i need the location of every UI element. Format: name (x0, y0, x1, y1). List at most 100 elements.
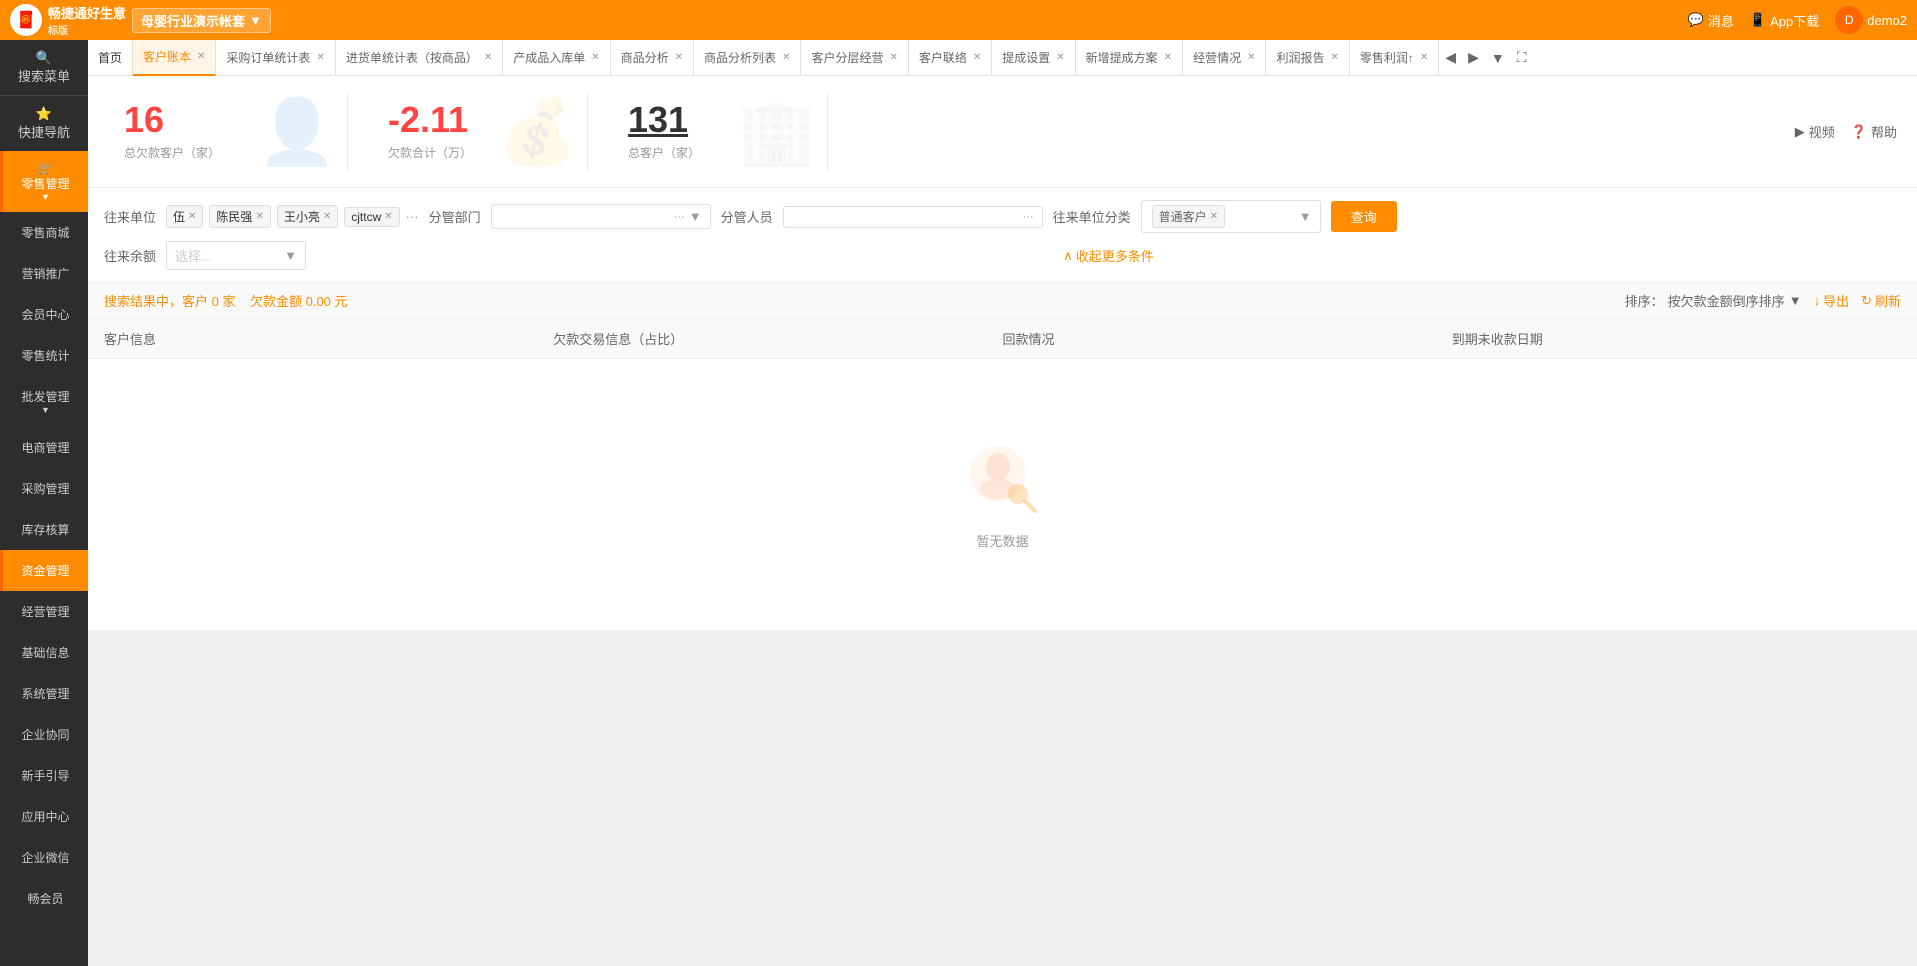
app-container: 🧧 畅捷通好生意 标版 母婴行业演示帐套 ▼ 💬 消息 📱 App下载 D de… (0, 0, 1917, 966)
tab-close-purchase-stats[interactable]: ✕ (484, 52, 492, 63)
retail-icon: 🛒 (38, 161, 53, 175)
chevron-down-icon: ▼ (1299, 209, 1312, 224)
sidebar-item-ecommerce[interactable]: 电商管理 (0, 427, 88, 468)
tab-list-btn[interactable]: ▼ (1485, 40, 1511, 76)
chevron-up-icon: ∧ (1063, 248, 1073, 264)
content-area: 首页 客户账本 ✕ 采购订单统计表 ✕ 进货单统计表（按商品） ✕ 产成品入库单… (88, 40, 1917, 966)
sidebar-item-enterprise[interactable]: 企业协同 (0, 714, 88, 755)
sidebar-item-retail-stats[interactable]: 零售统计 (0, 335, 88, 376)
logo-icon: 🧧 (10, 4, 42, 36)
sidebar-item-operation[interactable]: 经营管理 (0, 591, 88, 632)
empty-icon (963, 439, 1043, 519)
tab-customer-contact[interactable]: 客户联络 ✕ (909, 40, 992, 76)
data-table: 客户信息 欠款交易信息（占比） 回款情况 到期未收款日期 (88, 319, 1917, 630)
tab-close-segment[interactable]: ✕ (889, 52, 897, 63)
account-dropdown[interactable]: 母婴行业演示帐套 ▼ (132, 8, 271, 33)
sidebar-item-basic-info[interactable]: 基础信息 (0, 632, 88, 673)
app-download-btn[interactable]: 📱 App下载 (1750, 11, 1819, 30)
balance-label: 往来余额 (104, 246, 156, 265)
stat-total-customers: 🏢 131 总客户（家） (588, 92, 828, 171)
tab-purchase-stats-by-product[interactable]: 进货单统计表（按商品） ✕ (336, 40, 503, 76)
tag-chen: 陈民强 ✕ (209, 205, 270, 228)
tab-purchase-order-stats[interactable]: 采购订单统计表 ✕ (216, 40, 335, 76)
refresh-icon: ↻ (1861, 293, 1872, 309)
tab-close-retail-profit[interactable]: ✕ (1420, 52, 1428, 63)
tab-customer-book[interactable]: 客户账本 ✕ (133, 40, 216, 76)
tab-close-contact[interactable]: ✕ (973, 52, 981, 63)
tag-cjttcw-close[interactable]: ✕ (384, 211, 392, 222)
tab-product-analysis[interactable]: 商品分析 ✕ (611, 40, 694, 76)
tag-ordinary-close[interactable]: ✕ (1210, 211, 1218, 222)
tag-wang-close[interactable]: ✕ (323, 211, 331, 222)
sidebar-quick-nav[interactable]: ⭐ 快捷导航 (0, 96, 88, 151)
collapse-btn[interactable]: ∧ 收起更多条件 (1063, 246, 1154, 265)
user-menu[interactable]: D demo2 (1835, 6, 1907, 34)
stat3-label: 总客户（家） (628, 144, 700, 161)
tab-close-new-boost[interactable]: ✕ (1164, 52, 1172, 63)
tag-chen-close[interactable]: ✕ (255, 211, 263, 222)
empty-state: 暂无数据 (88, 359, 1917, 630)
sidebar: 🔍 搜索菜单 ⭐ 快捷导航 🛒 零售管理 ▼ 零售商城 营销推广 会员中心 (0, 40, 88, 966)
tab-close-inbound[interactable]: ✕ (591, 52, 599, 63)
sidebar-item-enterprise-wechat[interactable]: 企业微信 (0, 837, 88, 878)
stat3-value: 131 (628, 102, 700, 138)
tab-scroll-left[interactable]: ◀ (1439, 40, 1462, 76)
tab-close-boost[interactable]: ✕ (1056, 52, 1064, 63)
unit-class-select[interactable]: 普通客户 ✕ ▼ (1141, 200, 1321, 233)
table-header: 客户信息 欠款交易信息（占比） 回款情况 到期未收款日期 (88, 319, 1917, 359)
person-select[interactable]: ··· (783, 206, 1043, 228)
tab-new-boost-plan[interactable]: 新增提成方案 ✕ (1076, 40, 1183, 76)
balance-select[interactable]: 选择... ▼ (166, 241, 306, 270)
sidebar-item-new-guide[interactable]: 新手引导 (0, 755, 88, 796)
tab-operation-status[interactable]: 经营情况 ✕ (1183, 40, 1266, 76)
refresh-btn[interactable]: ↻ 刷新 (1861, 291, 1901, 310)
tab-home[interactable]: 首页 (88, 40, 133, 76)
message-btn[interactable]: 💬 消息 (1688, 11, 1734, 30)
sidebar-item-system[interactable]: 系统管理 (0, 673, 88, 714)
chevron-down-icon: ▼ (41, 192, 50, 202)
tab-close-purchase-order[interactable]: ✕ (316, 52, 324, 63)
query-button[interactable]: 查询 (1331, 201, 1397, 232)
sidebar-item-retail-manage[interactable]: 🛒 零售管理 ▼ (0, 151, 88, 212)
tab-close-analysis[interactable]: ✕ (675, 52, 683, 63)
more-tags-btn[interactable]: ··· (406, 209, 419, 224)
sidebar-item-wholesale[interactable]: 批发管理 ▼ (0, 376, 88, 427)
sidebar-item-purchase[interactable]: 采购管理 (0, 468, 88, 509)
page-content: 👤 16 总欠款客户（家） 💰 -2.11 欠款合计（万） (88, 76, 1917, 966)
empty-text: 暂无数据 (976, 531, 1028, 550)
col-customer-info: 客户信息 (104, 329, 553, 348)
tab-close-profit[interactable]: ✕ (1331, 52, 1339, 63)
filter-row-2: 往来余额 选择... ▼ ∧ 收起更多条件 (104, 241, 1901, 270)
download-icon: ↓ (1814, 293, 1821, 308)
sidebar-item-marketing[interactable]: 营销推广 (0, 253, 88, 294)
tab-close-customer-book[interactable]: ✕ (197, 51, 205, 62)
help-icon: ❓ (1851, 124, 1867, 140)
tab-close-analysis-list[interactable]: ✕ (782, 52, 790, 63)
money-bg-icon: 💰 (497, 94, 577, 169)
balance-placeholder: 选择... (175, 246, 212, 265)
tab-fullscreen-btn[interactable]: ⛶ (1511, 40, 1533, 76)
export-btn[interactable]: ↓ 导出 (1814, 291, 1850, 310)
tab-scroll-right[interactable]: ▶ (1462, 40, 1485, 76)
tab-product-analysis-list[interactable]: 商品分析列表 ✕ (694, 40, 801, 76)
help-btn[interactable]: ❓ 帮助 (1851, 122, 1897, 141)
tab-profit-report[interactable]: 利润报告 ✕ (1266, 40, 1349, 76)
stat1-label: 总欠款客户（家） (124, 144, 220, 161)
tag-wu-close[interactable]: ✕ (188, 211, 196, 222)
stat1-value: 16 (124, 102, 220, 138)
tab-boost-settings[interactable]: 提成设置 ✕ (992, 40, 1075, 76)
sort-select[interactable]: 排序： 按欠款金额倒序排序 ▼ (1625, 291, 1802, 310)
sidebar-item-retail-mall[interactable]: 零售商城 (0, 212, 88, 253)
sidebar-item-capital[interactable]: 资金管理 (0, 550, 88, 591)
tab-customer-segment[interactable]: 客户分层经营 ✕ (801, 40, 908, 76)
sidebar-item-app-center[interactable]: 应用中心 (0, 796, 88, 837)
video-btn[interactable]: ▶ 视频 (1795, 122, 1835, 141)
tab-product-inbound[interactable]: 产成品入库单 ✕ (503, 40, 610, 76)
tab-close-operation[interactable]: ✕ (1247, 52, 1255, 63)
sidebar-item-member[interactable]: 会员中心 (0, 294, 88, 335)
dept-select[interactable]: ··· ▼ (491, 204, 711, 229)
sidebar-item-inventory[interactable]: 库存核算 (0, 509, 88, 550)
sidebar-item-vip[interactable]: 畅会员 (0, 878, 88, 919)
sidebar-search[interactable]: 🔍 搜索菜单 (0, 40, 88, 96)
tab-retail-profit[interactable]: 零售利润↑ ✕ (1350, 40, 1439, 76)
